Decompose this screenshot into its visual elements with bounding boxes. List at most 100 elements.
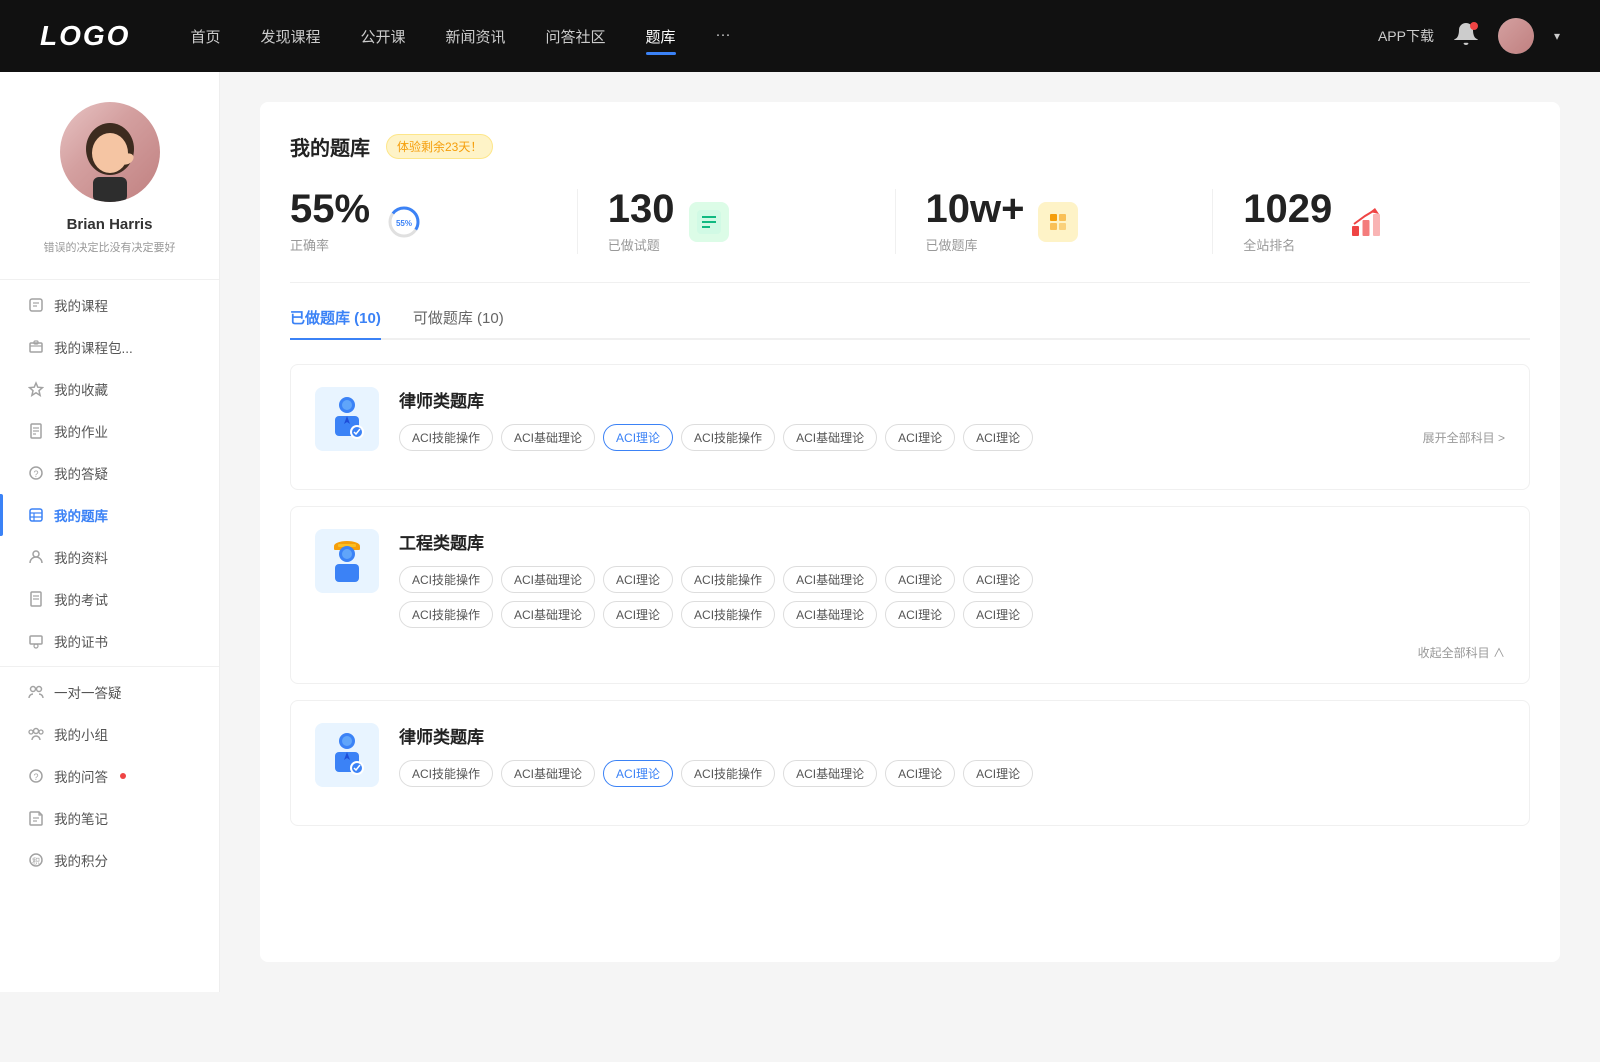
tag[interactable]: ACI理论 [603, 601, 673, 628]
svg-text:55%: 55% [396, 219, 412, 228]
tab-available-banks[interactable]: 可做题库 (10) [413, 307, 504, 338]
rank-icon-box [1346, 202, 1386, 242]
qbank-2-footer: 收起全部科目 ∧ [315, 644, 1505, 661]
notification-dot [1470, 22, 1478, 30]
trial-badge: 体验剩余23天！ [386, 134, 493, 159]
tag[interactable]: ACI基础理论 [783, 566, 877, 593]
svg-text:?: ? [33, 772, 38, 782]
tag[interactable]: ACI基础理论 [501, 566, 595, 593]
qbank-2-icon-box [315, 529, 379, 593]
tag[interactable]: ACI理论 [963, 760, 1033, 787]
banks-icon-box [1038, 202, 1078, 242]
stat-banks-label: 已做题库 [926, 235, 1025, 254]
sidebar-label-homework: 我的作业 [54, 421, 108, 441]
group-icon [28, 726, 44, 742]
tag[interactable]: ACI技能操作 [681, 566, 775, 593]
main-layout: Brian Harris 错误的决定比没有决定要好 我的课程 [0, 72, 1600, 992]
tab-done-banks[interactable]: 已做题库 (10) [290, 307, 381, 338]
stat-banks-content: 10w+ 已做题库 [926, 189, 1025, 254]
user-name: Brian Harris [67, 216, 153, 233]
sidebar-item-package[interactable]: 我的课程包... [0, 326, 219, 368]
stat-accuracy: 55% 正确率 55% [290, 189, 578, 254]
sidebar-item-notes[interactable]: 我的笔记 [0, 797, 219, 839]
tag[interactable]: ACI基础理论 [501, 601, 595, 628]
sidebar-item-exam[interactable]: 我的考试 [0, 578, 219, 620]
tag[interactable]: ACI技能操作 [681, 424, 775, 451]
sidebar-item-course[interactable]: 我的课程 [0, 284, 219, 326]
sidebar-item-bank[interactable]: 我的题库 [0, 494, 219, 536]
stat-rank-label: 全站排名 [1243, 235, 1332, 254]
qbank-card-3: 律师类题库 ACI技能操作 ACI基础理论 ACI理论 ACI技能操作 ACI基… [290, 700, 1530, 826]
qbank-card-1-header: 律师类题库 ACI技能操作 ACI基础理论 ACI理论 ACI技能操作 ACI基… [315, 387, 1505, 451]
tag[interactable]: ACI技能操作 [399, 424, 493, 451]
homework-icon [28, 423, 44, 439]
tag[interactable]: ACI基础理论 [783, 601, 877, 628]
sidebar-item-profile[interactable]: 我的资料 [0, 536, 219, 578]
avatar-chevron-icon[interactable]: ▾ [1554, 29, 1560, 43]
tag[interactable]: ACI基础理论 [783, 760, 877, 787]
sidebar-item-collect[interactable]: 我的收藏 [0, 368, 219, 410]
sidebar-label-points: 我的积分 [54, 850, 108, 870]
stats-row: 55% 正确率 55% 130 [290, 189, 1530, 283]
tag[interactable]: ACI理论 [963, 424, 1033, 451]
tag[interactable]: ACI理论 [885, 424, 955, 451]
tag[interactable]: ACI基础理论 [501, 424, 595, 451]
nav-link-bank[interactable]: 题库 [646, 22, 676, 51]
sidebar-item-homework[interactable]: 我的作业 [0, 410, 219, 452]
sidebar-item-oneone[interactable]: 一对一答疑 [0, 671, 219, 713]
accuracy-icon-box: 55% [384, 202, 424, 242]
tag[interactable]: ACI理论 [885, 601, 955, 628]
course-icon [28, 297, 44, 313]
sidebar-item-answering[interactable]: ? 我的答疑 [0, 452, 219, 494]
stat-accuracy-content: 55% 正确率 [290, 189, 370, 254]
nav-link-news[interactable]: 新闻资讯 [446, 22, 506, 51]
user-avatar [60, 102, 160, 202]
stat-rank-content: 1029 全站排名 [1243, 189, 1332, 254]
nav-link-qa[interactable]: 问答社区 [546, 22, 606, 51]
sidebar-item-questions[interactable]: ? 我的问答 [0, 755, 219, 797]
notification-bell[interactable] [1454, 22, 1478, 51]
expand-link-1[interactable]: 展开全部科目 > [1423, 429, 1505, 446]
questions-icon-box [689, 202, 729, 242]
qbank-2-tags-double: ACI技能操作 ACI基础理论 ACI理论 ACI技能操作 ACI基础理论 AC… [399, 566, 1505, 628]
svg-text:?: ? [33, 469, 38, 479]
qbank-card-2: 工程类题库 ACI技能操作 ACI基础理论 ACI理论 ACI技能操作 ACI基… [290, 506, 1530, 684]
tag[interactable]: ACI理论 [963, 601, 1033, 628]
qbank-card-3-header: 律师类题库 ACI技能操作 ACI基础理论 ACI理论 ACI技能操作 ACI基… [315, 723, 1505, 787]
tag[interactable]: ACI理论 [885, 566, 955, 593]
tag[interactable]: ACI理论 [885, 760, 955, 787]
nav-link-discover[interactable]: 发现课程 [260, 22, 320, 51]
collapse-link-2[interactable]: 收起全部科目 ∧ [1418, 644, 1505, 661]
sidebar-label-course: 我的课程 [54, 295, 108, 315]
qbank-3-title-area: 律师类题库 ACI技能操作 ACI基础理论 ACI理论 ACI技能操作 ACI基… [399, 723, 1505, 787]
nav-link-open[interactable]: 公开课 [360, 22, 405, 51]
stat-questions-label: 已做试题 [608, 235, 675, 254]
sidebar-label-cert: 我的证书 [54, 631, 108, 651]
tag[interactable]: ACI技能操作 [399, 566, 493, 593]
page-title: 我的题库 [290, 132, 370, 161]
tag[interactable]: ACI技能操作 [399, 601, 493, 628]
sidebar-item-cert[interactable]: 我的证书 [0, 620, 219, 662]
avatar[interactable] [1498, 18, 1534, 54]
sidebar-label-questions: 我的问答 [54, 766, 108, 786]
sidebar-menu: 我的课程 我的课程包... 我的收藏 [0, 284, 219, 881]
nav-link-home[interactable]: 首页 [190, 22, 220, 51]
nav-link-more[interactable]: ··· [716, 22, 731, 51]
qbank-1-title: 律师类题库 [399, 387, 1505, 412]
tag-active[interactable]: ACI理论 [603, 424, 673, 451]
app-download-button[interactable]: APP下载 [1378, 26, 1434, 46]
tag[interactable]: ACI理论 [963, 566, 1033, 593]
tag[interactable]: ACI技能操作 [681, 760, 775, 787]
tag[interactable]: ACI理论 [603, 566, 673, 593]
sidebar-item-points[interactable]: 积 我的积分 [0, 839, 219, 881]
stat-questions-content: 130 已做试题 [608, 189, 675, 254]
tag[interactable]: ACI技能操作 [399, 760, 493, 787]
tag[interactable]: ACI基础理论 [501, 760, 595, 787]
question-icon: ? [28, 768, 44, 784]
tag[interactable]: ACI基础理论 [783, 424, 877, 451]
oneone-icon [28, 684, 44, 700]
sidebar-item-group[interactable]: 我的小组 [0, 713, 219, 755]
tag[interactable]: ACI技能操作 [681, 601, 775, 628]
tag-active[interactable]: ACI理论 [603, 760, 673, 787]
bank-icon [28, 507, 44, 523]
